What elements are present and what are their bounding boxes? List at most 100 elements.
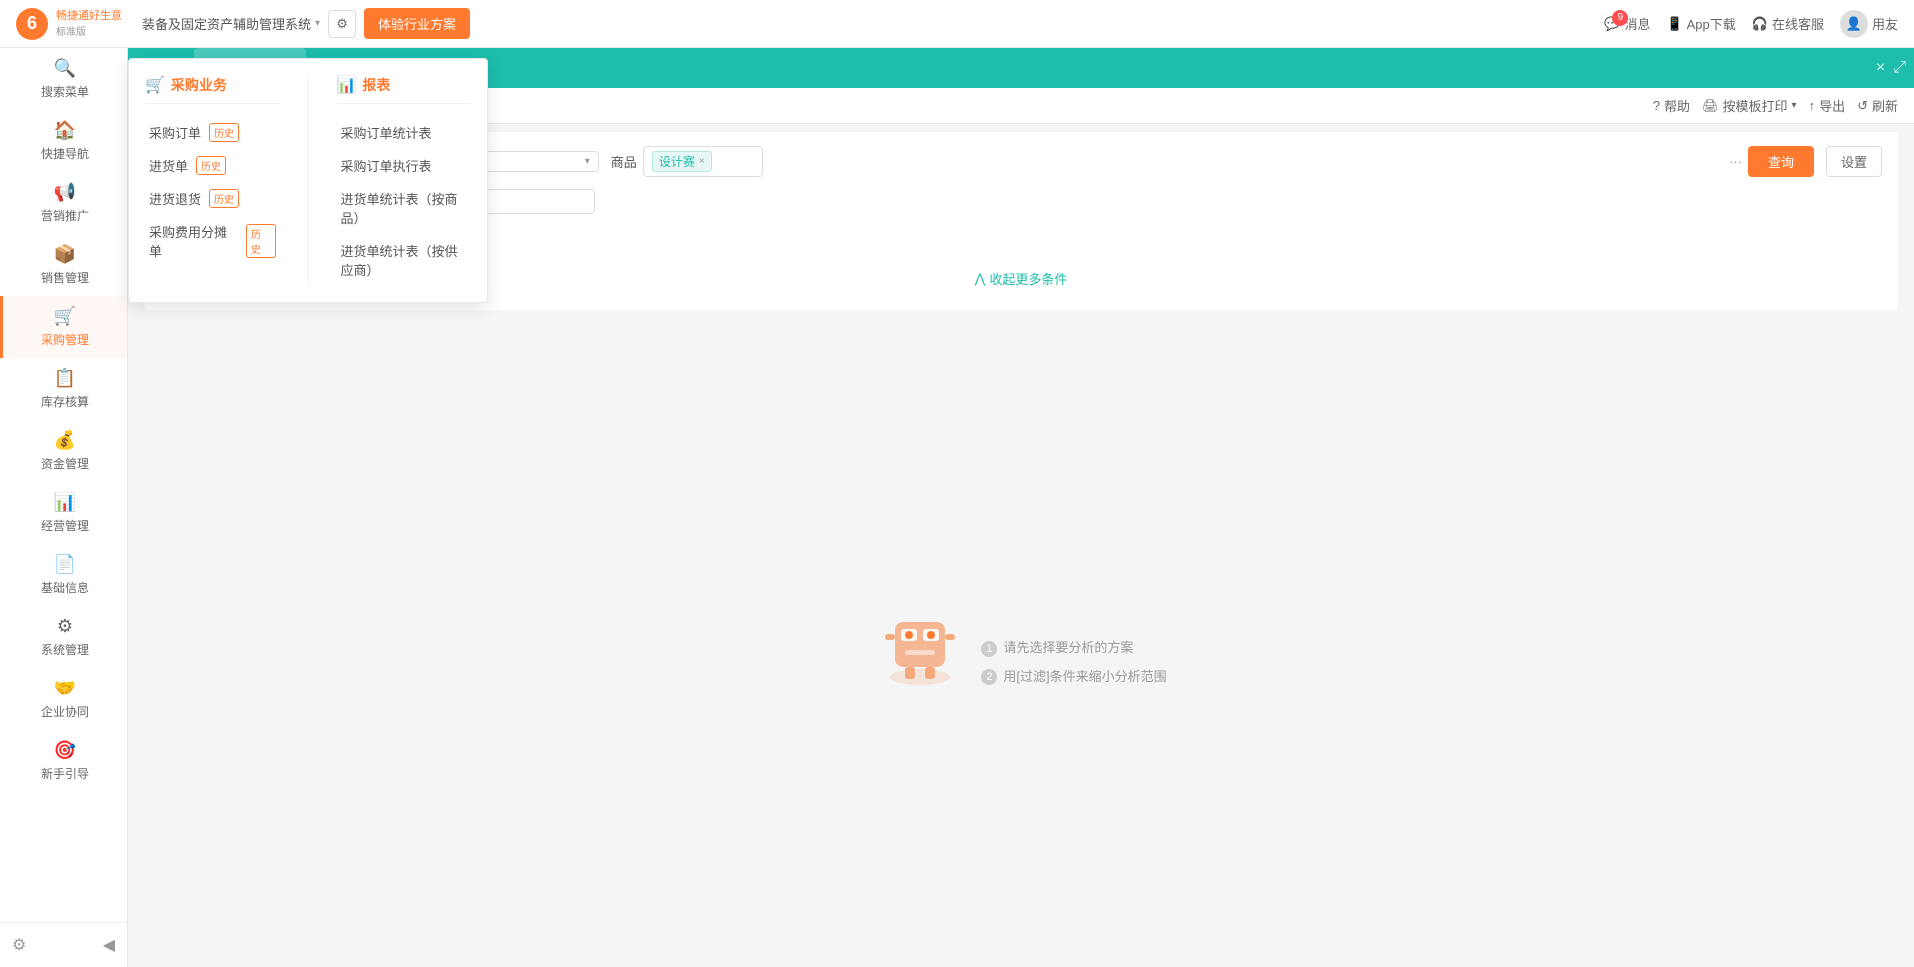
sidebar-item-label: 基础信息 [41,579,89,596]
app-container: 6 畅捷通好生意 标准版 装备及固定资产辅助管理系统 ▾ ⚙ 体验行业方案 💬 … [0,0,1914,967]
sidebar-item-marketing[interactable]: 📢 营销推广 [0,172,127,234]
menu-item-order-stats[interactable]: 采购订单统计表 [337,116,472,149]
goods-label: 商品 [611,152,637,171]
purchase-section-title-label: 采购业务 [171,75,227,95]
tip2-text: 用[过滤]条件来缩小分析范围 [1003,663,1166,692]
report-section-title-label: 报表 [362,75,390,95]
voucher-status-chevron: ▾ [585,156,590,167]
receipt-badge: 历史 [196,156,226,175]
notification-label: 消息 [1624,14,1650,33]
purchase-menu-section: 🛒 采购业务 采购订单 历史 进货单 历史 进货退货 历史 采购费用分摊单 历史 [145,75,280,286]
sidebar-item-label: 快捷导航 [41,145,89,162]
sidebar-item-basic-info[interactable]: 📄 基础信息 [0,544,127,606]
home-icon: 🏠 [54,120,76,141]
report-menu-section: 📊 报表 采购订单统计表 采购订单执行表 进货单统计表（按商品） 进货单统计表（… [337,75,472,286]
query-btn[interactable]: 查询 [1748,146,1814,177]
logo-text-area: 畅捷通好生意 标准版 [56,9,122,38]
empty-tip-1: 1 请先选择要分析的方案 [981,634,1166,663]
help-icon: ? [1653,98,1660,113]
purchase-order-badge: 历史 [209,123,239,142]
goods-select[interactable]: 设计赛 × [643,146,763,177]
menu-item-expense[interactable]: 采购费用分摊单 历史 [145,215,280,267]
enterprise-icon: 🤝 [54,678,76,699]
notification-badge: 💬 9 [1604,16,1620,32]
phone-icon: 📱 [1666,16,1682,32]
sidebar-item-sales[interactable]: 📦 销售管理 [0,234,127,296]
empty-state: 1 请先选择要分析的方案 2 用[过滤]条件来缩小分析范围 [128,326,1914,967]
goods-tag-label: 设计赛 [659,153,695,170]
menu-item-purchase-order[interactable]: 采购订单 历史 [145,116,280,149]
sidebar-item-label: 销售管理 [41,269,89,286]
purchase-section-icon: 🛒 [145,75,165,95]
sidebar-item-purchase[interactable]: 🛒 采购管理 [0,296,127,358]
filter-dots[interactable]: ··· [1729,154,1742,169]
sidebar-item-label: 经营管理 [41,517,89,534]
inventory-icon: 📋 [54,368,76,389]
report-section-icon: 📊 [337,75,357,95]
sidebar-item-inventory[interactable]: 📋 库存核算 [0,358,127,420]
logo-sub: 标准版 [56,23,122,38]
menu-item-label: 进货单 [149,156,188,175]
tab-close-all-icon[interactable]: × [1876,59,1885,77]
goods-tag-close[interactable]: × [699,156,705,167]
sidebar-item-enterprise[interactable]: 🤝 企业协同 [0,668,127,730]
sidebar-item-guide[interactable]: 🎯 新手引导 [0,730,127,792]
operations-icon: 📊 [54,492,76,513]
app-download-label: App下载 [1687,14,1736,33]
expense-badge: 历史 [246,224,276,258]
settings-icon-btn[interactable]: ⚙ [328,10,356,38]
avatar: 👤 [1840,10,1868,38]
export-label: 导出 [1819,96,1845,115]
help-label: 帮助 [1664,96,1690,115]
sidebar-item-label: 企业协同 [41,703,89,720]
user-menu-btn[interactable]: 👤 用友 [1840,10,1898,38]
headset-icon: 🎧 [1752,16,1768,32]
logo-text: 畅捷通好生意 [56,9,122,23]
report-section-title: 📊 报表 [337,75,472,104]
sidebar-item-finance[interactable]: 💰 资金管理 [0,420,127,482]
refresh-label: 刷新 [1872,96,1898,115]
sidebar-item-quick-nav[interactable]: 🏠 快捷导航 [0,110,127,172]
online-service-btn[interactable]: 🎧 在线客服 [1752,14,1824,33]
filter-actions-right: ··· 查询 [1729,146,1814,177]
sidebar-collapse-btn[interactable]: ◀ [103,935,115,955]
menu-item-order-exec[interactable]: 采购订单执行表 [337,149,472,182]
empty-content: 1 请先选择要分析的方案 2 用[过滤]条件来缩小分析范围 [875,602,1166,692]
purchase-dropdown-menu: 🛒 采购业务 采购订单 历史 进货单 历史 进货退货 历史 采购费用分摊单 历史 [128,58,488,303]
experience-btn[interactable]: 体验行业方案 [364,8,470,39]
filter-goods: 商品 设计赛 × [611,146,763,177]
tab-expand-icon[interactable]: ⤢ [1893,59,1906,77]
menu-item-receipt[interactable]: 进货单 历史 [145,149,280,182]
app-download-btn[interactable]: 📱 App下载 [1666,14,1735,33]
export-btn[interactable]: ↑ 导出 [1809,96,1846,115]
sidebar-item-search[interactable]: 🔍 搜索菜单 [0,48,127,110]
empty-tips: 1 请先选择要分析的方案 2 用[过滤]条件来缩小分析范围 [981,634,1166,691]
purchase-icon: 🛒 [54,306,76,327]
notification-btn[interactable]: 💬 9 消息 [1604,14,1650,33]
top-bar: 6 畅捷通好生意 标准版 装备及固定资产辅助管理系统 ▾ ⚙ 体验行业方案 💬 … [0,0,1914,48]
print-btn[interactable]: 🖨 按模板打印 ▾ [1702,96,1797,115]
logo-area: 6 畅捷通好生意 标准版 [16,8,122,40]
print-dropdown-icon: ▾ [1792,100,1797,111]
sales-icon: 📦 [54,244,76,265]
menu-item-receipt-stats-supplier[interactable]: 进货单统计表（按供应商） [337,234,472,286]
empty-tip-2: 2 用[过滤]条件来缩小分析范围 [981,663,1166,692]
help-btn[interactable]: ? 帮助 [1653,96,1690,115]
settings-small-btn[interactable]: 设置 [1826,146,1882,177]
menu-item-return[interactable]: 进货退货 历史 [145,182,280,215]
export-icon: ↑ [1809,98,1816,113]
system-title-dropdown[interactable]: 装备及固定资产辅助管理系统 ▾ [142,14,320,33]
sidebar-settings-btn[interactable]: ⚙ [12,935,26,955]
sidebar-item-system[interactable]: ⚙ 系统管理 [0,606,127,668]
sidebar-item-label: 资金管理 [41,455,89,472]
tab-bar-actions: × ⤢ [1876,59,1906,77]
sidebar: 🔍 搜索菜单 🏠 快捷导航 📢 营销推广 📦 销售管理 🛒 采购管理 📋 [0,48,128,967]
menu-item-receipt-stats-goods[interactable]: 进货单统计表（按商品） [337,182,472,234]
sidebar-bottom: ⚙ ◀ [0,922,127,967]
sidebar-item-label: 营销推广 [41,207,89,224]
sidebar-item-operations[interactable]: 📊 经营管理 [0,482,127,544]
sidebar-item-label: 采购管理 [41,331,89,348]
collapse-btn[interactable]: ⋀ 收起更多条件 [975,269,1068,288]
top-bar-right: 💬 9 消息 📱 App下载 🎧 在线客服 👤 用友 [1604,10,1898,38]
refresh-btn[interactable]: ↺ 刷新 [1857,96,1898,115]
